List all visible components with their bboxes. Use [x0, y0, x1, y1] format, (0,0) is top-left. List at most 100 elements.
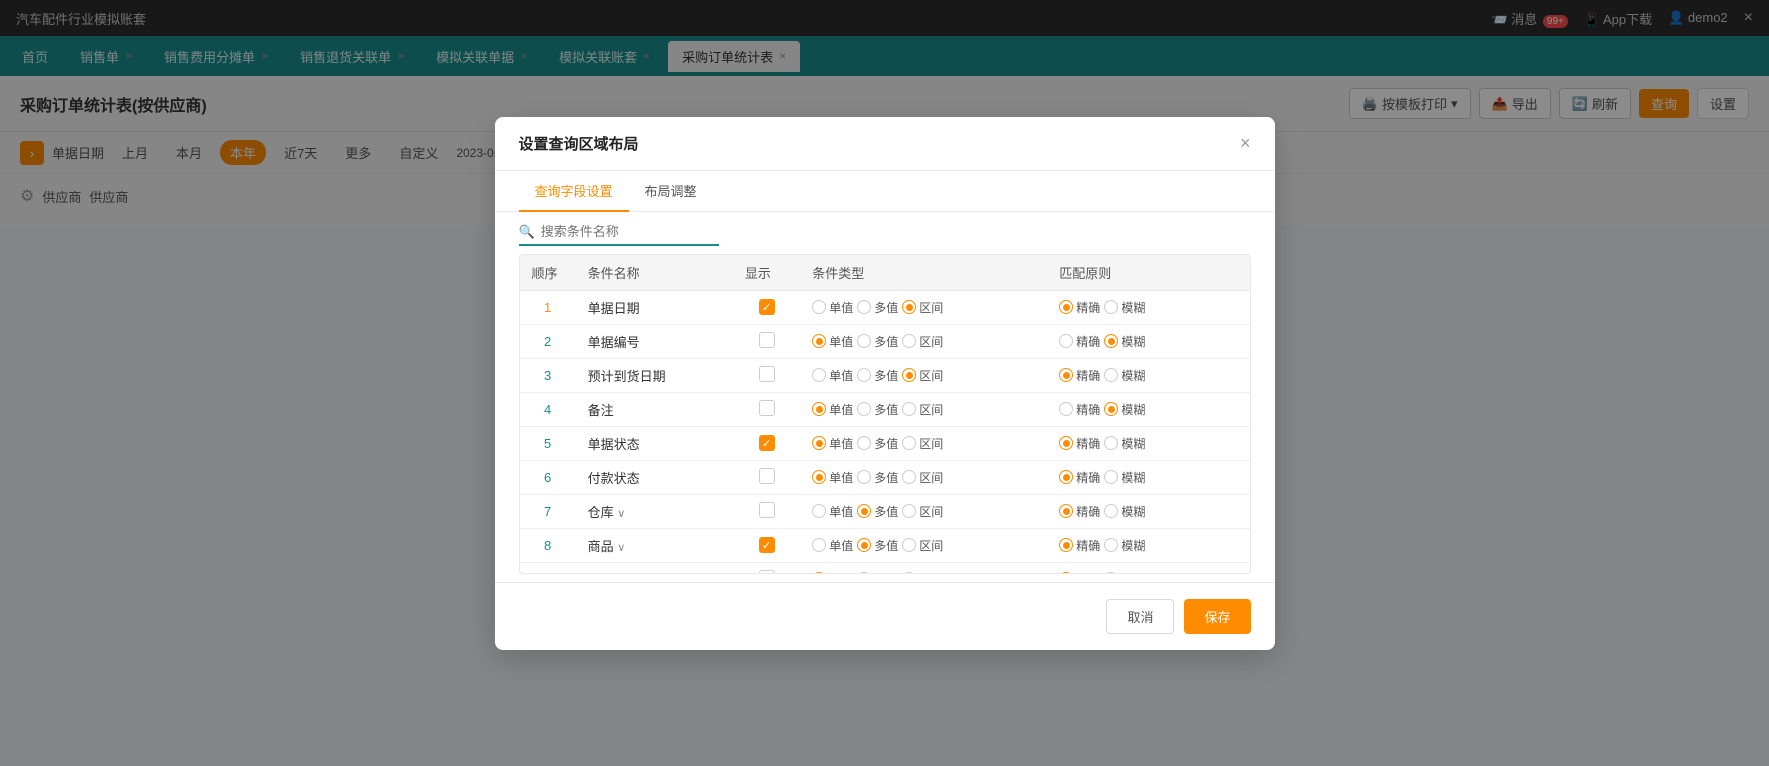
match-exact-radio[interactable]: 精确: [1059, 401, 1100, 418]
show-checkbox[interactable]: [759, 537, 775, 553]
radio-circle: [902, 368, 916, 382]
radio-circle: [902, 334, 916, 348]
type-multi-radio[interactable]: 多值: [857, 367, 898, 384]
type-range-radio[interactable]: 区间: [902, 299, 943, 316]
th-order: 顺序: [520, 255, 576, 291]
type-multi-radio[interactable]: 多值: [857, 333, 898, 350]
match-fuzzy-radio[interactable]: 模糊: [1104, 571, 1145, 574]
type-multi-radio[interactable]: 多值: [857, 503, 898, 520]
type-multi-radio[interactable]: 多值: [857, 537, 898, 554]
radio-circle: [857, 300, 871, 314]
radio-circle: [857, 470, 871, 484]
type-multi-radio[interactable]: 多值: [857, 401, 898, 418]
show-checkbox[interactable]: [759, 502, 775, 518]
radio-circle: [857, 538, 871, 552]
type-single-radio[interactable]: 单值: [812, 469, 853, 486]
type-range-radio[interactable]: 区间: [902, 333, 943, 350]
save-button[interactable]: 保存: [1184, 599, 1250, 634]
show-cell[interactable]: [733, 324, 800, 358]
cancel-button[interactable]: 取消: [1106, 599, 1174, 634]
type-range-radio[interactable]: 区间: [902, 571, 943, 574]
match-fuzzy-radio[interactable]: 模糊: [1104, 469, 1145, 486]
match-exact-radio[interactable]: 精确: [1059, 367, 1100, 384]
type-radio-group: 单值多值区间: [812, 299, 1035, 316]
match-fuzzy-radio[interactable]: 模糊: [1104, 503, 1145, 520]
show-cell[interactable]: [733, 494, 800, 528]
show-cell[interactable]: [733, 392, 800, 426]
match-fuzzy-radio[interactable]: 模糊: [1104, 367, 1145, 384]
type-single-radio[interactable]: 单值: [812, 571, 853, 574]
radio-circle: [812, 470, 826, 484]
table-row: 5单据状态单值多值区间精确模糊: [520, 426, 1250, 460]
type-multi-radio[interactable]: 多值: [857, 571, 898, 574]
type-single-radio[interactable]: 单值: [812, 435, 853, 452]
radio-circle: [902, 300, 916, 314]
radio-circle: [857, 572, 871, 574]
th-name: 条件名称: [576, 255, 733, 291]
type-range-radio[interactable]: 区间: [902, 537, 943, 554]
show-cell[interactable]: [733, 358, 800, 392]
table-row: 2单据编号单值多值区间精确模糊: [520, 324, 1250, 358]
show-checkbox[interactable]: [759, 435, 775, 451]
match-exact-radio[interactable]: 精确: [1059, 333, 1100, 350]
type-multi-radio[interactable]: 多值: [857, 469, 898, 486]
match-cell: 精确模糊: [1047, 324, 1249, 358]
show-checkbox[interactable]: [759, 400, 775, 416]
show-checkbox[interactable]: [759, 299, 775, 315]
order-cell: 8: [520, 528, 576, 562]
show-cell[interactable]: [733, 290, 800, 324]
match-exact-radio[interactable]: 精确: [1059, 435, 1100, 452]
type-range-radio[interactable]: 区间: [902, 469, 943, 486]
radio-circle: [812, 504, 826, 518]
type-single-radio[interactable]: 单值: [812, 401, 853, 418]
match-fuzzy-radio[interactable]: 模糊: [1104, 299, 1145, 316]
show-cell[interactable]: [733, 562, 800, 574]
modal-tabs: 查询字段设置 布局调整: [495, 171, 1275, 212]
type-single-radio[interactable]: 单值: [812, 537, 853, 554]
type-single-radio[interactable]: 单值: [812, 367, 853, 384]
order-cell: 3: [520, 358, 576, 392]
type-range-radio[interactable]: 区间: [902, 503, 943, 520]
type-range-radio[interactable]: 区间: [902, 401, 943, 418]
th-type: 条件类型: [800, 255, 1047, 291]
radio-circle: [1104, 572, 1118, 574]
match-exact-radio[interactable]: 精确: [1059, 469, 1100, 486]
search-input[interactable]: [541, 224, 701, 239]
radio-circle: [1104, 402, 1118, 416]
match-exact-radio[interactable]: 精确: [1059, 537, 1100, 554]
match-exact-radio[interactable]: 精确: [1059, 571, 1100, 574]
modal-tab-layout[interactable]: 布局调整: [629, 171, 713, 212]
match-radio-group: 精确 模糊: [1059, 571, 1237, 574]
type-single-radio[interactable]: 单值: [812, 503, 853, 520]
match-exact-radio[interactable]: 精确: [1059, 503, 1100, 520]
type-single-radio[interactable]: 单值: [812, 299, 853, 316]
table-row: 7仓库 ∨单值多值区间精确模糊: [520, 494, 1250, 528]
radio-circle: [902, 436, 916, 450]
match-fuzzy-radio[interactable]: 模糊: [1104, 333, 1145, 350]
show-checkbox[interactable]: [759, 332, 775, 348]
show-checkbox[interactable]: [759, 570, 775, 574]
type-range-radio[interactable]: 区间: [902, 435, 943, 452]
radio-circle: [812, 334, 826, 348]
type-cell: 单值多值区间: [800, 290, 1047, 324]
modal-close-btn[interactable]: ×: [1240, 134, 1251, 152]
show-cell[interactable]: [733, 460, 800, 494]
type-multi-radio[interactable]: 多值: [857, 299, 898, 316]
modal-tab-query-fields[interactable]: 查询字段设置: [519, 171, 629, 212]
type-multi-radio[interactable]: 多值: [857, 435, 898, 452]
type-single-radio[interactable]: 单值: [812, 333, 853, 350]
match-fuzzy-radio[interactable]: 模糊: [1104, 537, 1145, 554]
show-cell[interactable]: [733, 528, 800, 562]
modal-title: 设置查询区域布局: [519, 133, 639, 154]
radio-circle: [1104, 470, 1118, 484]
match-fuzzy-radio[interactable]: 模糊: [1104, 435, 1145, 452]
type-range-radio[interactable]: 区间: [902, 367, 943, 384]
match-cell: 精确模糊: [1047, 460, 1249, 494]
show-checkbox[interactable]: [759, 468, 775, 484]
show-cell[interactable]: [733, 426, 800, 460]
type-radio-group: 单值多值区间: [812, 367, 1035, 384]
type-radio-group: 单值 多值 区间: [812, 571, 1035, 574]
match-exact-radio[interactable]: 精确: [1059, 299, 1100, 316]
show-checkbox[interactable]: [759, 366, 775, 382]
match-fuzzy-radio[interactable]: 模糊: [1104, 401, 1145, 418]
